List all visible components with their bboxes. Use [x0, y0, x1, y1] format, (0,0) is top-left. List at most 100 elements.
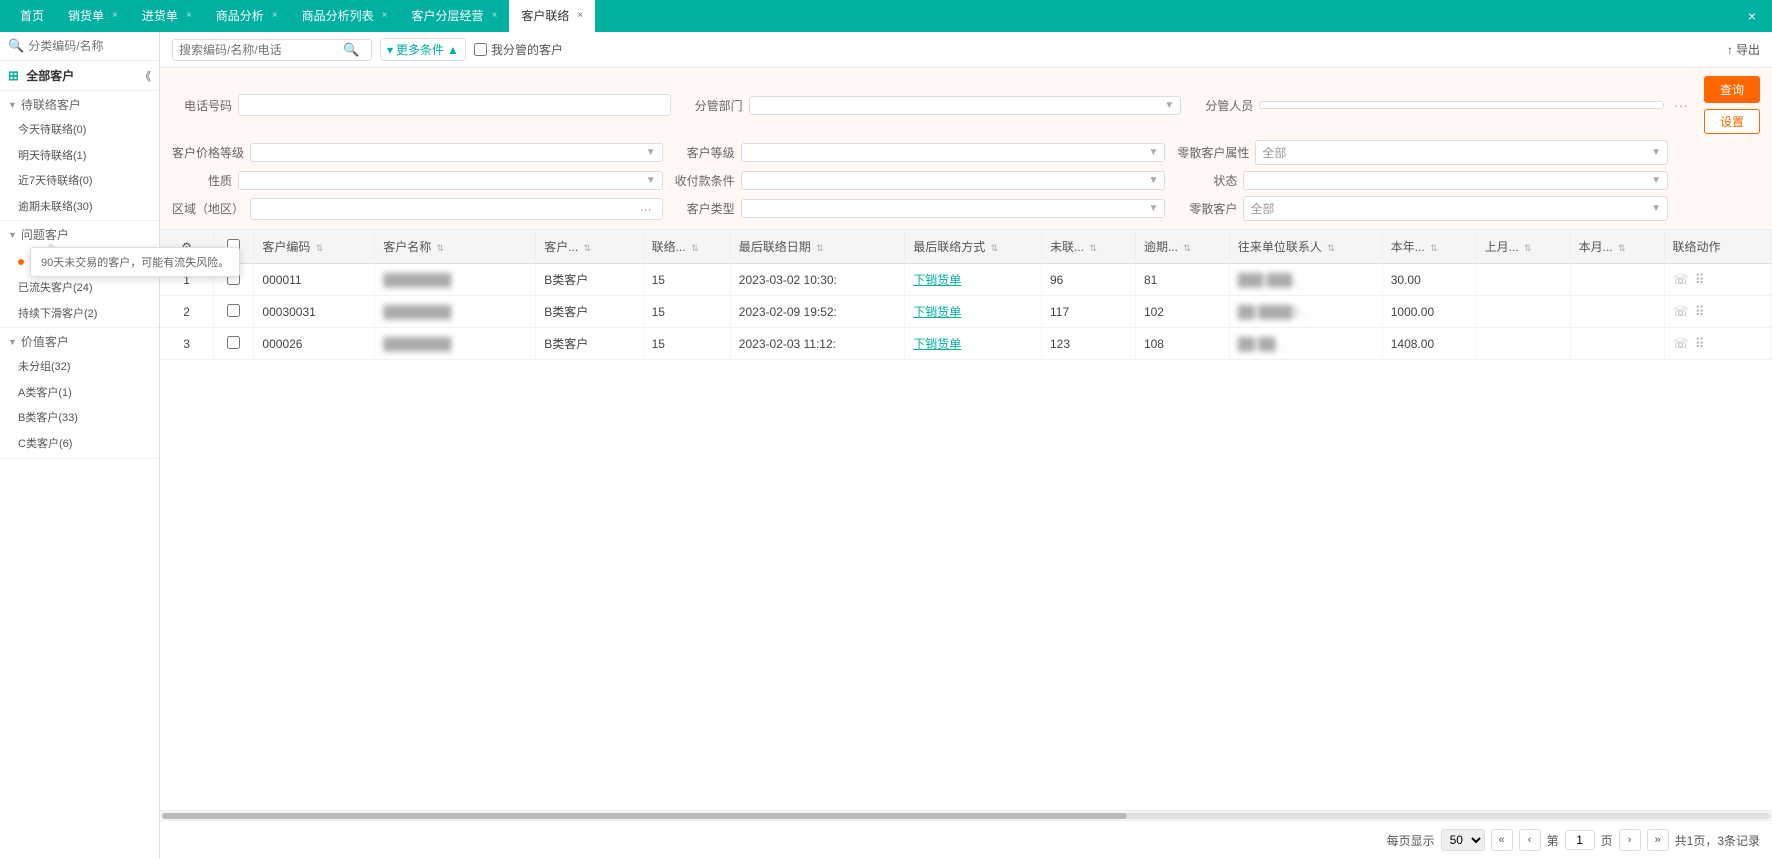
row-method-1[interactable]: 下销货单 [905, 264, 1042, 296]
sort-year-icon[interactable]: ⇅ [1430, 243, 1438, 253]
filter-my-customers[interactable]: 我分管的客户 [474, 41, 563, 58]
nav-tab-customer-contact[interactable]: 客户联络 × [509, 0, 595, 32]
sidebar-item-overdue[interactable]: 逾期未联络(30) [0, 195, 159, 221]
triangle-icon-2: ▼ [8, 230, 17, 240]
cust-type-select[interactable]: ▼ [741, 199, 1166, 218]
more-icon-3[interactable]: ⠿ [1695, 336, 1705, 352]
sidebar-item-churned[interactable]: 已流失客户(24) [0, 276, 159, 302]
person-dots-icon[interactable]: ··· [1670, 97, 1692, 113]
page-input[interactable] [1565, 830, 1595, 850]
close-analysis-tab-icon[interactable]: × [272, 0, 278, 32]
row-method-2[interactable]: 下销货单 [905, 296, 1042, 328]
region-dots-icon[interactable]: ··· [636, 202, 656, 216]
horizontal-scrollbar[interactable] [160, 810, 1772, 820]
row-method-3[interactable]: 下销货单 [905, 328, 1042, 360]
nav-tab-analysis[interactable]: 商品分析 × [204, 0, 290, 32]
contact-icon-2[interactable]: ☏ [1673, 304, 1689, 320]
action-icons-2: ☏ ⠿ [1673, 304, 1763, 320]
sidebar-item-declining[interactable]: 持续下滑客户(2) [0, 302, 159, 328]
filter-row-2: 客户价格等级 ▼ 客户等级 ▼ 零散客户属性 全部 [172, 140, 1760, 165]
global-close-icon[interactable]: × [1740, 8, 1764, 24]
sort-lastm-icon[interactable]: ⇅ [1524, 243, 1532, 253]
sort-method-icon[interactable]: ⇅ [991, 243, 999, 253]
more-icon-1[interactable]: ⠿ [1695, 272, 1705, 288]
sidebar-item-tomorrow[interactable]: 明天待联络(1) [0, 144, 159, 170]
zero-attr-select[interactable]: 全部 ▼ [1255, 140, 1668, 165]
sidebar-item-a-class[interactable]: A类客户(1) [0, 381, 159, 407]
payment-select[interactable]: ▼ [741, 171, 1166, 190]
level-select[interactable]: ▼ [741, 143, 1166, 162]
zero-customer-select[interactable]: 全部 ▼ [1243, 196, 1668, 221]
person-select[interactable] [1259, 101, 1664, 109]
close-analysis-list-tab-icon[interactable]: × [382, 0, 388, 32]
query-button[interactable]: 查询 [1704, 76, 1760, 103]
prev-page-button[interactable]: ‹ [1519, 829, 1541, 851]
sort-overdue-icon[interactable]: ⇅ [1183, 243, 1191, 253]
nav-tab-sales[interactable]: 销货单 × [56, 0, 130, 32]
sort-type-icon[interactable]: ⇅ [584, 243, 592, 253]
contact-icon-3[interactable]: ☏ [1673, 336, 1689, 352]
region-select[interactable]: ··· [250, 198, 663, 220]
close-customer-contact-tab-icon[interactable]: × [577, 0, 583, 32]
settings-button[interactable]: 设置 [1704, 109, 1760, 134]
sidebar-item-c-class[interactable]: C类客户(6) [0, 432, 159, 458]
filter-my-checkbox[interactable] [474, 43, 487, 56]
sort-contacts-icon[interactable]: ⇅ [1327, 243, 1335, 253]
nav-tab-analysis-list[interactable]: 商品分析列表 × [290, 0, 400, 32]
sort-contact-icon[interactable]: ⇅ [691, 243, 699, 253]
row-action-3: ☏ ⠿ [1664, 328, 1771, 360]
sidebar-section-title-pending[interactable]: ▼ 待联络客户 [0, 91, 159, 118]
phone-input[interactable] [238, 94, 671, 116]
row-overdue-3: 108 [1135, 328, 1229, 360]
export-icon: ↑ [1727, 43, 1733, 57]
sort-thism-icon[interactable]: ⇅ [1618, 243, 1626, 253]
filter-search-input[interactable] [179, 43, 339, 57]
per-page-select[interactable]: 50 [1441, 829, 1485, 851]
sort-unlinkd-icon[interactable]: ⇅ [1089, 243, 1097, 253]
sidebar-search-field[interactable]: 🔍 [0, 32, 159, 61]
filter-search-icon[interactable]: 🔍 [343, 42, 359, 58]
gender-select[interactable]: ▼ [238, 171, 663, 190]
price-level-select[interactable]: ▼ [250, 143, 663, 162]
scrollbar-thumb[interactable] [162, 813, 1127, 819]
sidebar-all-customers[interactable]: ⊞ 全部客户 《 [0, 61, 159, 91]
row-contacts-3: ██ ██... [1229, 328, 1382, 360]
more-icon-2[interactable]: ⠿ [1695, 304, 1705, 320]
sidebar-item-b-class[interactable]: B类客户(33) [0, 406, 159, 432]
col-contact-header: 联络... ⇅ [643, 230, 730, 264]
nav-tab-purchase[interactable]: 进货单 × [130, 0, 204, 32]
row-checkbox-2[interactable] [227, 304, 240, 317]
nav-home[interactable]: 首页 [8, 0, 56, 32]
tooltip-churn-warning: 90天未交易的客户，可能有流失风险。 [30, 247, 160, 277]
sidebar-item-today[interactable]: 今天待联络(0) [0, 118, 159, 144]
sort-name-icon[interactable]: ⇅ [437, 243, 445, 253]
sort-code-icon[interactable]: ⇅ [316, 243, 324, 253]
close-customer-tier-tab-icon[interactable]: × [491, 0, 497, 32]
sidebar-section-title-value[interactable]: ▼ 价值客户 [0, 328, 159, 355]
sidebar-search-input[interactable] [28, 39, 160, 53]
nav-tab-customer-tier[interactable]: 客户分层经营 × [399, 0, 509, 32]
next-page-button[interactable]: › [1619, 829, 1641, 851]
row-check-3[interactable] [214, 328, 254, 360]
sidebar-section-title-problem[interactable]: ▼ 问题客户 [0, 221, 159, 248]
dept-select[interactable]: ▼ [749, 96, 1182, 115]
filter-more-button[interactable]: ▾ 更多条件 ▲ [380, 38, 466, 61]
last-page-button[interactable]: » [1647, 829, 1669, 851]
status-select[interactable]: ▼ [1243, 171, 1668, 190]
sidebar-item-ungroup[interactable]: 未分组(32) [0, 355, 159, 381]
sidebar-collapse-icon[interactable]: 《 [140, 68, 151, 84]
close-purchase-tab-icon[interactable]: × [186, 0, 192, 32]
sort-date-icon[interactable]: ⇅ [816, 243, 824, 253]
row-thism-2 [1570, 296, 1664, 328]
row-checkbox-3[interactable] [227, 336, 240, 349]
first-page-button[interactable]: « [1491, 829, 1513, 851]
zero-customer-field: 零散客户 全部 ▼ [1177, 196, 1668, 221]
filter-search-box[interactable]: 🔍 [172, 39, 372, 61]
sidebar-item-week[interactable]: 近7天待联络(0) [0, 169, 159, 195]
contact-icon-1[interactable]: ☏ [1673, 272, 1689, 288]
close-sales-tab-icon[interactable]: × [112, 0, 118, 32]
row-check-2[interactable] [214, 296, 254, 328]
filter-bar: 🔍 ▾ 更多条件 ▲ 我分管的客户 ↑ 导出 [160, 32, 1772, 68]
export-button[interactable]: ↑ 导出 [1727, 41, 1760, 58]
row-thism-3 [1570, 328, 1664, 360]
